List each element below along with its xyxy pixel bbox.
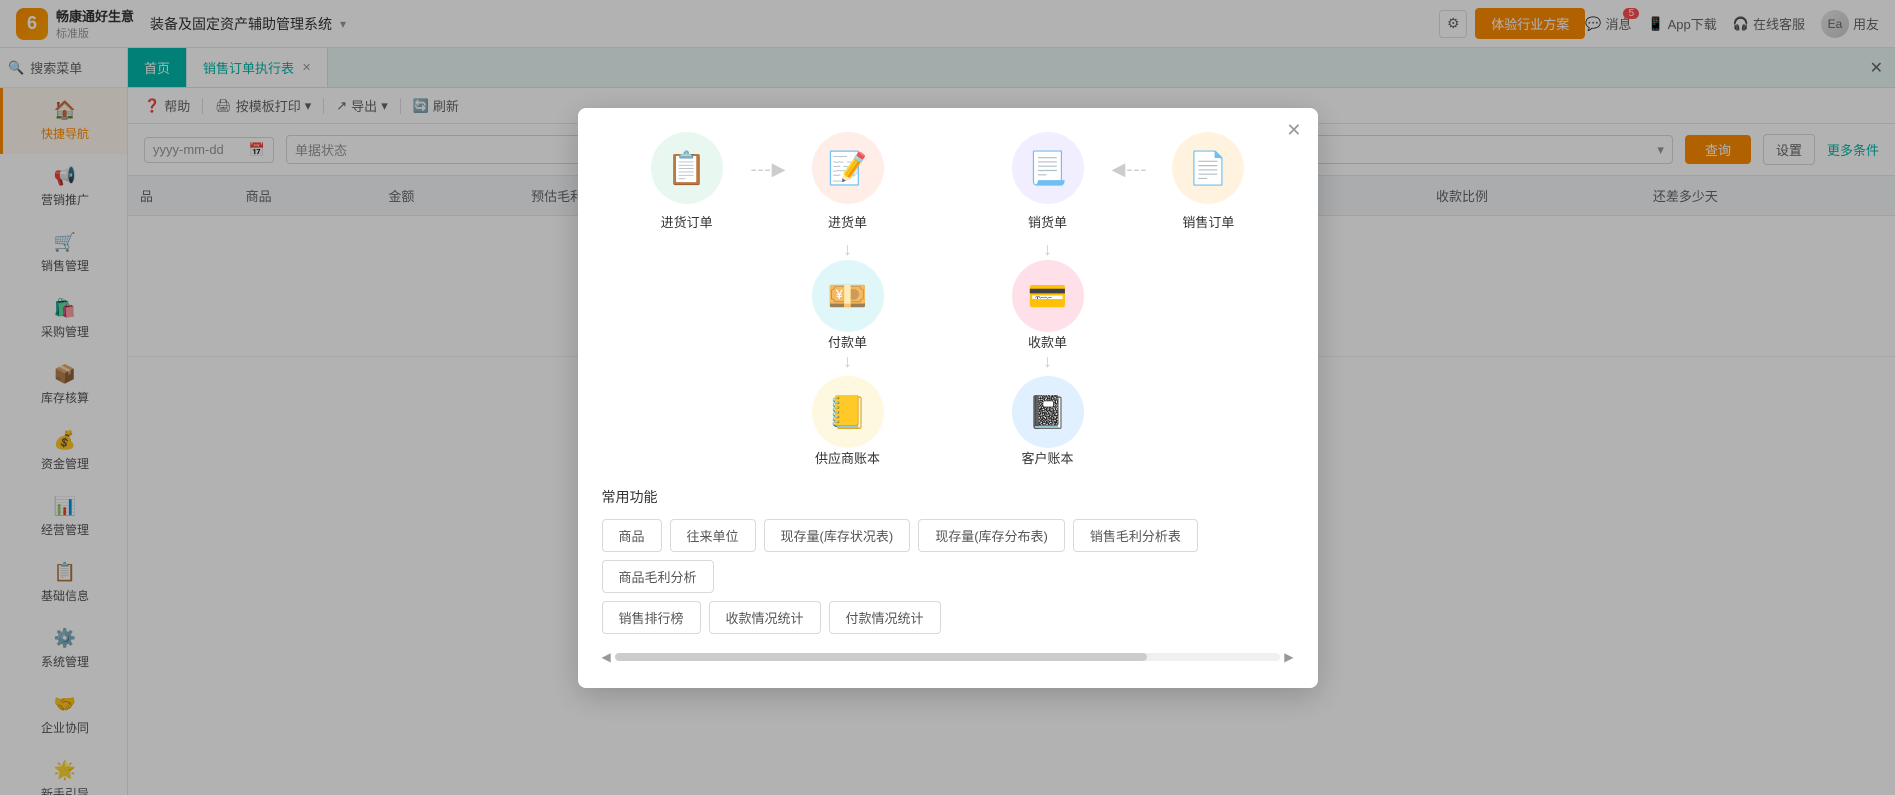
purchase-bill-label: 进货单 bbox=[828, 212, 867, 231]
scroll-left-arrow[interactable]: ◀ bbox=[602, 650, 611, 664]
receipt-bill-label: 收款单 bbox=[1028, 332, 1067, 351]
purchase-order-icon: 📋 bbox=[651, 132, 723, 204]
cf-btn-payment-stats[interactable]: 付款情况统计 bbox=[829, 601, 941, 634]
flow-node-sales-order[interactable]: 📄 销售订单 bbox=[1148, 132, 1268, 231]
common-functions: 常用功能 商品 往来单位 现存量(库存状况表) 现存量(库存分布表) 销售毛利分… bbox=[602, 487, 1294, 634]
cf-btn-stock-status[interactable]: 现存量(库存状况表) bbox=[764, 519, 911, 552]
flow-node-purchase-bill[interactable]: 📝 进货单 bbox=[788, 132, 908, 231]
cf-btn-receipt-stats[interactable]: 收款情况统计 bbox=[709, 601, 821, 634]
purchase-bill-icon: 📝 bbox=[812, 132, 884, 204]
scroll-right-arrow[interactable]: ▶ bbox=[1284, 650, 1293, 664]
cf-btn-sales-ranking[interactable]: 销售排行榜 bbox=[602, 601, 701, 634]
scrollbar-track[interactable] bbox=[615, 653, 1281, 661]
sales-order-icon: 📄 bbox=[1172, 132, 1244, 204]
cf-btn-product-profit[interactable]: 商品毛利分析 bbox=[602, 560, 714, 593]
cf-btn-partner[interactable]: 往来单位 bbox=[670, 519, 756, 552]
modal-close-button[interactable]: ✕ bbox=[1286, 120, 1301, 141]
modal-overlay[interactable]: ✕ 📋 进货订单 - - - ▶ 📝 进货单 bbox=[0, 0, 1895, 795]
supplier-ledger-icon: 📒 bbox=[812, 376, 884, 448]
scrollbar-thumb bbox=[615, 653, 1147, 661]
modal-dialog: ✕ 📋 进货订单 - - - ▶ 📝 进货单 bbox=[578, 108, 1318, 688]
customer-ledger-icon: 📓 bbox=[1012, 376, 1084, 448]
modal-scrollbar: ◀ ▶ bbox=[602, 650, 1294, 664]
sales-order-label: 销售订单 bbox=[1182, 212, 1234, 231]
payment-bill-icon: 💴 bbox=[812, 260, 884, 332]
cf-btn-stock-dist[interactable]: 现存量(库存分布表) bbox=[918, 519, 1065, 552]
common-function-buttons-row2: 销售排行榜 收款情况统计 付款情况统计 bbox=[602, 601, 1294, 634]
cf-btn-product[interactable]: 商品 bbox=[602, 519, 662, 552]
cf-btn-sales-profit[interactable]: 销售毛利分析表 bbox=[1073, 519, 1198, 552]
receipt-bill-icon: 💳 bbox=[1012, 260, 1084, 332]
common-functions-title: 常用功能 bbox=[602, 487, 1294, 507]
flow-node-sales-bill[interactable]: 📃 销货单 bbox=[988, 132, 1108, 231]
customer-ledger-label: 客户账本 bbox=[1021, 448, 1073, 467]
sales-bill-label: 销货单 bbox=[1028, 212, 1067, 231]
payment-bill-label: 付款单 bbox=[828, 332, 867, 351]
flow-node-purchase-order[interactable]: 📋 进货订单 bbox=[627, 132, 747, 231]
purchase-order-label: 进货订单 bbox=[661, 212, 713, 231]
common-function-buttons: 商品 往来单位 现存量(库存状况表) 现存量(库存分布表) 销售毛利分析表 商品… bbox=[602, 519, 1294, 593]
sales-bill-icon: 📃 bbox=[1012, 132, 1084, 204]
supplier-ledger-label: 供应商账本 bbox=[815, 448, 880, 467]
